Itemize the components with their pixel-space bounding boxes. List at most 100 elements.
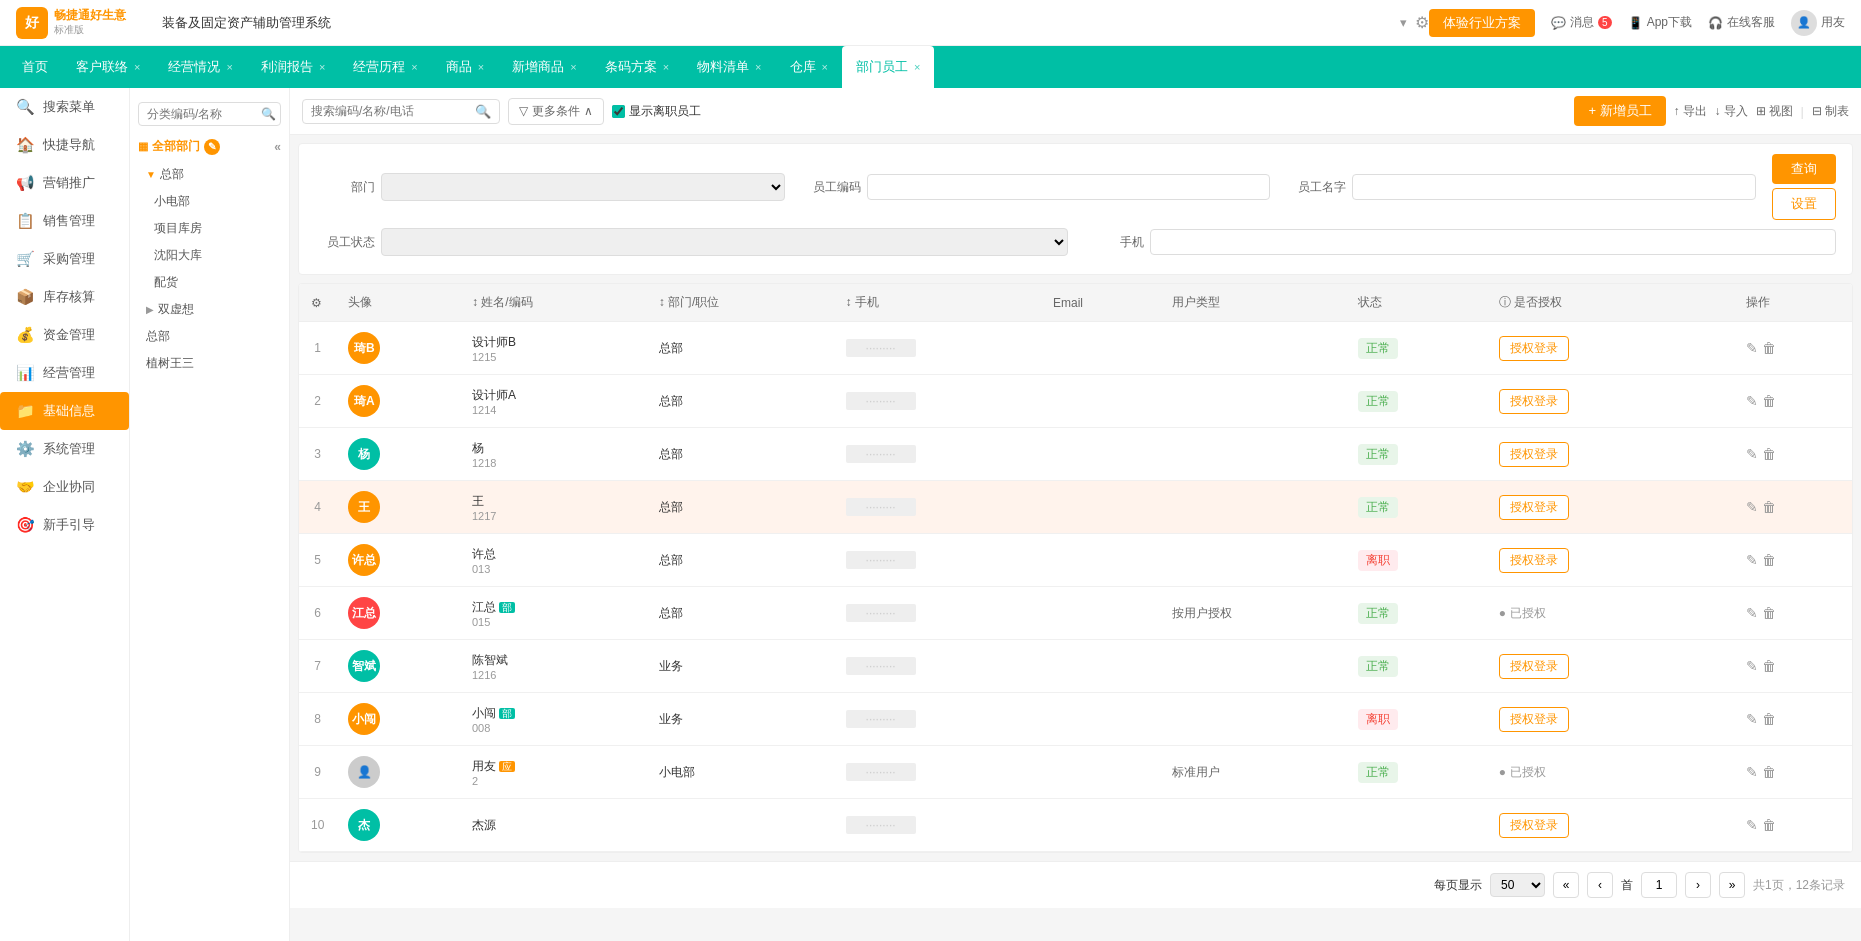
- user-btn[interactable]: 👤 用友: [1791, 10, 1845, 36]
- first-page-btn[interactable]: «: [1553, 872, 1579, 898]
- close-tab-icon[interactable]: ×: [755, 61, 761, 73]
- delete-btn[interactable]: 🗑: [1762, 340, 1776, 356]
- nav-tab-经营情况[interactable]: 经营情况×: [154, 46, 246, 88]
- set-btn[interactable]: 设置: [1772, 188, 1836, 220]
- add-employee-btn[interactable]: + 新增员工: [1574, 96, 1665, 126]
- delete-btn[interactable]: 🗑: [1762, 446, 1776, 462]
- edit-btn[interactable]: ✎: [1746, 340, 1758, 356]
- title-dropdown-icon[interactable]: ▾: [1400, 15, 1407, 30]
- show-resign-checkbox[interactable]: [612, 105, 625, 118]
- edit-btn[interactable]: ✎: [1746, 658, 1758, 674]
- auth-btn[interactable]: 授权登录: [1499, 495, 1569, 520]
- view-btn[interactable]: ⊞ 视图: [1756, 103, 1793, 120]
- per-page-select[interactable]: 50 20 100: [1490, 873, 1545, 897]
- edit-btn[interactable]: ✎: [1746, 499, 1758, 515]
- dept-collapse-icon[interactable]: «: [274, 140, 281, 154]
- delete-btn[interactable]: 🗑: [1762, 393, 1776, 409]
- auth-btn[interactable]: 授权登录: [1499, 813, 1569, 838]
- edit-btn[interactable]: ✎: [1746, 817, 1758, 833]
- search-input[interactable]: [311, 104, 471, 118]
- edit-btn[interactable]: ✎: [1746, 446, 1758, 462]
- delete-btn[interactable]: 🗑: [1762, 817, 1776, 833]
- dept-select[interactable]: [381, 173, 785, 201]
- sidebar-item-guide[interactable]: 🎯新手引导: [0, 506, 129, 544]
- dept-item-shenyang[interactable]: 沈阳大库: [130, 242, 289, 269]
- nav-tab-条码方案[interactable]: 条码方案×: [591, 46, 683, 88]
- dept-item-zongbu[interactable]: 总部: [130, 323, 289, 350]
- dept-edit-icon[interactable]: ✎: [204, 139, 220, 155]
- delete-btn[interactable]: 🗑: [1762, 552, 1776, 568]
- sidebar-item-purchase[interactable]: 🛒采购管理: [0, 240, 129, 278]
- more-filter-btn[interactable]: ▽ 更多条件 ∧: [508, 98, 604, 125]
- sidebar-item-basic[interactable]: 📁基础信息: [0, 392, 129, 430]
- nav-tab-利润报告[interactable]: 利润报告×: [247, 46, 339, 88]
- dept-item-shuangxu[interactable]: ▶双虚想: [130, 296, 289, 323]
- close-tab-icon[interactable]: ×: [478, 61, 484, 73]
- nav-tab-仓库[interactable]: 仓库×: [776, 46, 842, 88]
- sidebar-item-search[interactable]: 🔍搜索菜单: [0, 88, 129, 126]
- delete-btn[interactable]: 🗑: [1762, 658, 1776, 674]
- auth-btn[interactable]: 授权登录: [1499, 442, 1569, 467]
- emp-name-input[interactable]: [1352, 174, 1756, 200]
- col-settings[interactable]: ⚙: [299, 284, 336, 322]
- sidebar-item-quick-nav[interactable]: 🏠快捷导航: [0, 126, 129, 164]
- auth-btn[interactable]: 授权登录: [1499, 707, 1569, 732]
- dept-item-xiangmu[interactable]: 项目库房: [130, 215, 289, 242]
- app-download-btn[interactable]: 📱 App下载: [1628, 14, 1692, 31]
- edit-btn[interactable]: ✎: [1746, 605, 1758, 621]
- edit-btn[interactable]: ✎: [1746, 711, 1758, 727]
- emp-status-select[interactable]: [381, 228, 1068, 256]
- close-tab-icon[interactable]: ×: [570, 61, 576, 73]
- sidebar-item-operation[interactable]: 📊经营管理: [0, 354, 129, 392]
- nav-tab-商品[interactable]: 商品×: [432, 46, 498, 88]
- col-phone[interactable]: ↕ 手机: [834, 284, 1041, 322]
- emp-code-input[interactable]: [867, 174, 1271, 200]
- close-tab-icon[interactable]: ×: [226, 61, 232, 73]
- service-btn[interactable]: 🎧 在线客服: [1708, 14, 1775, 31]
- nav-tab-经营历程[interactable]: 经营历程×: [339, 46, 431, 88]
- edit-btn[interactable]: ✎: [1746, 552, 1758, 568]
- close-tab-icon[interactable]: ×: [914, 61, 920, 73]
- auth-btn[interactable]: 授权登录: [1499, 389, 1569, 414]
- page-input[interactable]: [1641, 872, 1677, 898]
- phone-input[interactable]: [1150, 229, 1837, 255]
- delete-btn[interactable]: 🗑: [1762, 605, 1776, 621]
- close-tab-icon[interactable]: ×: [411, 61, 417, 73]
- sidebar-item-system[interactable]: ⚙️系统管理: [0, 430, 129, 468]
- edit-btn[interactable]: ✎: [1746, 764, 1758, 780]
- print-btn[interactable]: ⊟ 制表: [1812, 103, 1849, 120]
- col-name[interactable]: ↕ 姓名/编码: [460, 284, 647, 322]
- sidebar-item-finance[interactable]: 💰资金管理: [0, 316, 129, 354]
- sidebar-item-inventory[interactable]: 📦库存核算: [0, 278, 129, 316]
- prev-page-btn[interactable]: ‹: [1587, 872, 1613, 898]
- sidebar-item-enterprise[interactable]: 🤝企业协同: [0, 468, 129, 506]
- close-tab-icon[interactable]: ×: [822, 61, 828, 73]
- export-btn[interactable]: ↑ 导出: [1674, 103, 1707, 120]
- auth-btn[interactable]: 授权登录: [1499, 654, 1569, 679]
- delete-btn[interactable]: 🗑: [1762, 764, 1776, 780]
- dept-item-head[interactable]: ▼总部: [130, 161, 289, 188]
- sidebar-item-marketing[interactable]: 📢营销推广: [0, 164, 129, 202]
- import-btn[interactable]: ↓ 导入: [1715, 103, 1748, 120]
- settings-icon[interactable]: ⚙: [1415, 13, 1429, 32]
- delete-btn[interactable]: 🗑: [1762, 711, 1776, 727]
- dept-item-xiaodianbang[interactable]: 小电部: [130, 188, 289, 215]
- dept-item-zhishu[interactable]: 植树王三: [130, 350, 289, 377]
- nav-tab-客户联络[interactable]: 客户联络×: [62, 46, 154, 88]
- close-tab-icon[interactable]: ×: [663, 61, 669, 73]
- next-page-btn[interactable]: ›: [1685, 872, 1711, 898]
- delete-btn[interactable]: 🗑: [1762, 499, 1776, 515]
- msg-btn[interactable]: 💬 消息 5: [1551, 14, 1612, 31]
- trial-btn[interactable]: 体验行业方案: [1429, 9, 1535, 37]
- nav-tab-新增商品[interactable]: 新增商品×: [498, 46, 590, 88]
- edit-btn[interactable]: ✎: [1746, 393, 1758, 409]
- query-btn[interactable]: 查询: [1772, 154, 1836, 184]
- dept-search-input[interactable]: [138, 102, 281, 126]
- col-dept[interactable]: ↕ 部门/职位: [647, 284, 834, 322]
- last-page-btn[interactable]: »: [1719, 872, 1745, 898]
- nav-tab-首页[interactable]: 首页: [8, 46, 62, 88]
- close-tab-icon[interactable]: ×: [134, 61, 140, 73]
- auth-btn[interactable]: 授权登录: [1499, 336, 1569, 361]
- auth-btn[interactable]: 授权登录: [1499, 548, 1569, 573]
- dept-item-peihuo[interactable]: 配货: [130, 269, 289, 296]
